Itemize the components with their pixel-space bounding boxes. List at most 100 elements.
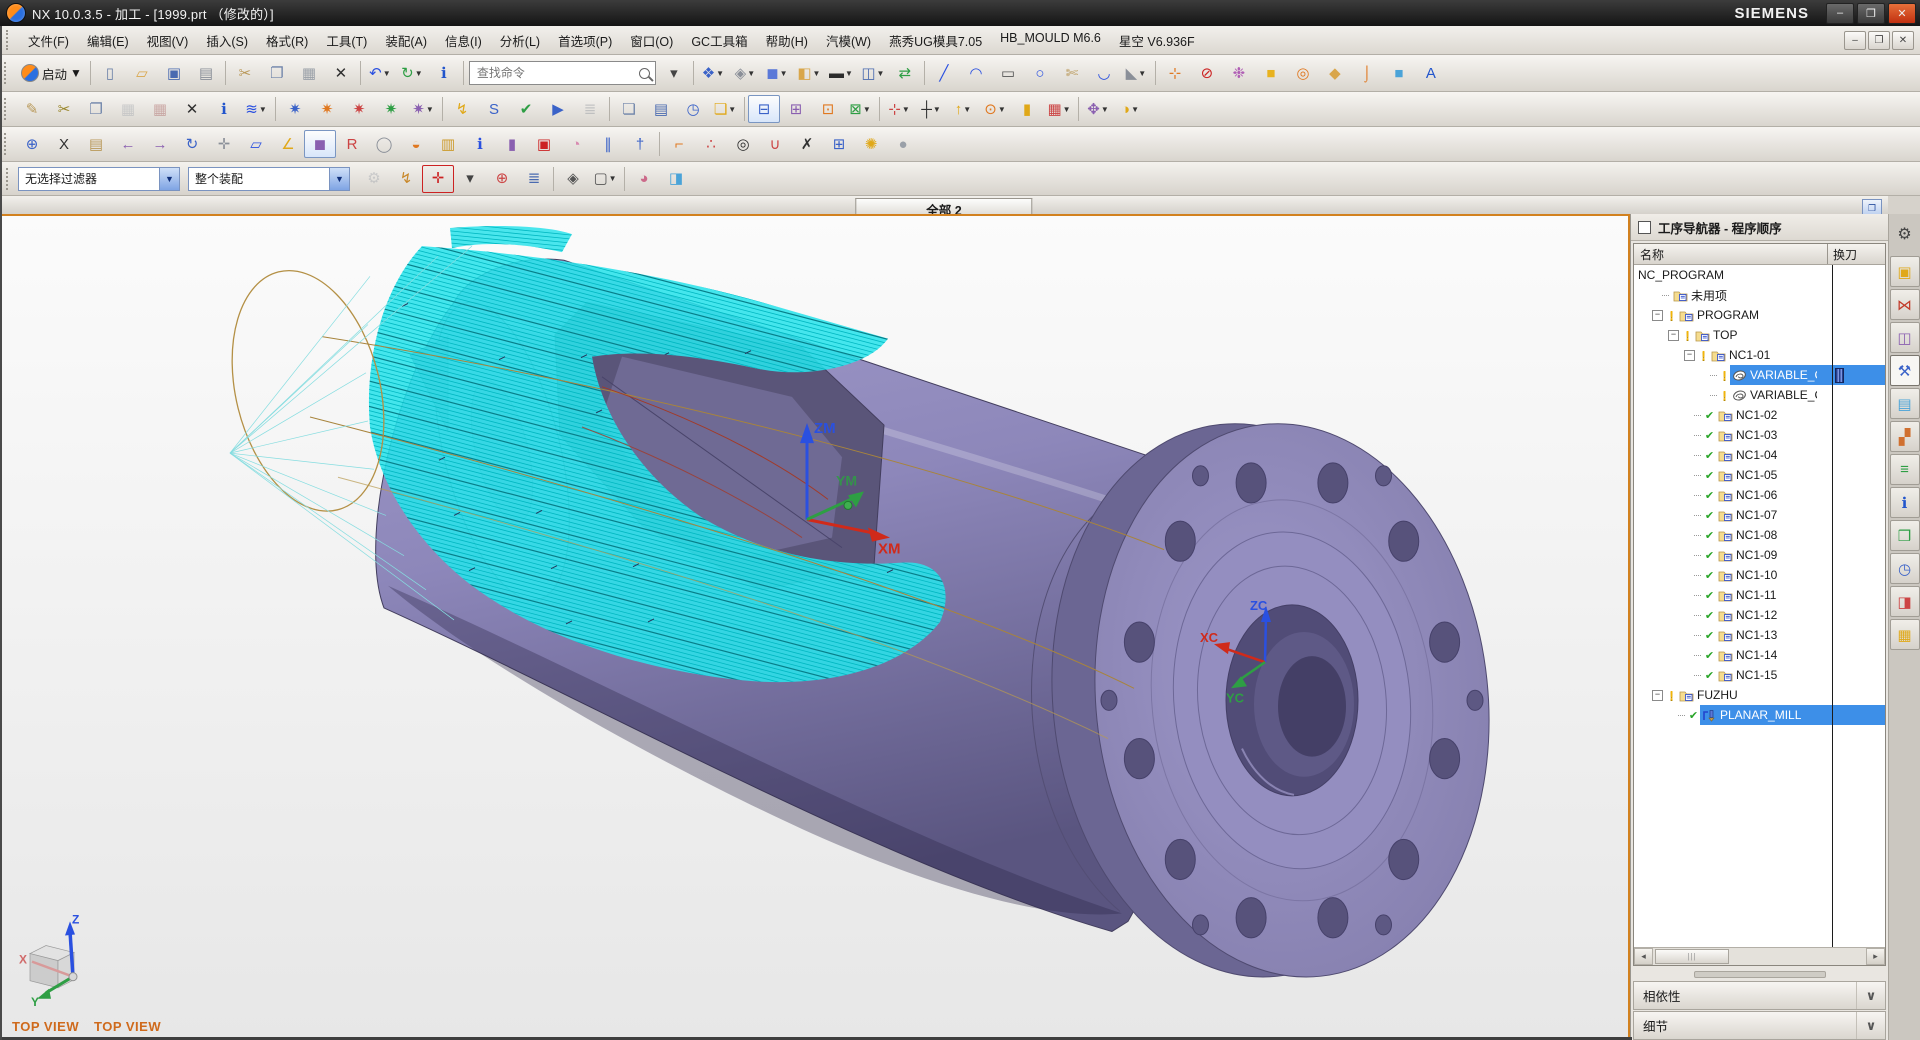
menu-item-7[interactable]: 信息(I) — [436, 28, 491, 53]
axis-icon[interactable]: † — [624, 130, 656, 158]
simulate-machine-icon[interactable]: ▶ — [542, 95, 574, 123]
sweep-icon[interactable]: ⌡ — [1351, 59, 1383, 87]
selection-scope-dropdown-icon[interactable]: ▼ — [329, 167, 349, 190]
scroll-left-icon[interactable]: ◂ — [1634, 948, 1653, 965]
shop-doc-icon[interactable]: ▤ — [645, 95, 677, 123]
tree-item-nc1-07[interactable]: ✔ NC1-07 — [1634, 505, 1885, 525]
cut-icon[interactable]: ✂ — [229, 59, 261, 87]
edit-operation-icon[interactable]: ✎ — [16, 95, 48, 123]
trim-tool-icon[interactable]: ✄ — [1056, 59, 1088, 87]
menu-item-11[interactable]: GC工具箱 — [682, 28, 756, 53]
output-cl-icon[interactable]: ❏ — [613, 95, 645, 123]
command-finder[interactable] — [468, 61, 656, 85]
create-operation-icon[interactable]: ✷ ▼ — [407, 95, 439, 123]
paste-operation-icon[interactable]: ▦ — [112, 95, 144, 123]
expand-icon[interactable]: − — [1684, 349, 1695, 361]
shaded-analysis-icon[interactable]: ◕ — [628, 165, 660, 193]
create-geometry-icon[interactable]: ✷ — [343, 95, 375, 123]
system-scenes-icon[interactable]: ▦ — [1889, 619, 1920, 650]
show-hide-icon[interactable]: ◫ ▼ — [857, 59, 889, 87]
csys-abs-icon[interactable]: ⊕ — [16, 130, 48, 158]
object-info-icon[interactable]: ℹ — [464, 130, 496, 158]
rectangle-tool-icon[interactable]: ▭ — [992, 59, 1024, 87]
wedge-icon[interactable]: ◆ — [1319, 59, 1351, 87]
process-assistant-icon[interactable]: ▞ — [1889, 421, 1920, 452]
gear-icon[interactable]: ⚙ — [1890, 218, 1920, 249]
menu-item-3[interactable]: 插入(S) — [197, 28, 257, 53]
point-on-curve-icon[interactable]: ◈ — [557, 165, 589, 193]
menu-grip[interactable] — [6, 30, 13, 50]
show-toolpath-icon[interactable]: ≋ ▼ — [240, 95, 272, 123]
bounded-cube-icon[interactable]: ▣ — [528, 130, 560, 158]
fan-icon[interactable]: ✺ — [855, 130, 887, 158]
menu-item-15[interactable]: HB_MOULD M6.6 — [991, 28, 1110, 53]
shaded-edges-icon[interactable]: ◼ — [304, 130, 336, 158]
menu-item-16[interactable]: 星空 V6.936F — [1110, 28, 1204, 53]
command-finder-dropdown[interactable]: ▾ — [658, 59, 690, 87]
expand-icon[interactable]: − — [1652, 689, 1663, 701]
restore-button[interactable]: ❐ — [1857, 2, 1885, 24]
save-icon[interactable]: ▣ — [158, 59, 190, 87]
new-file-icon[interactable]: ▯ — [94, 59, 126, 87]
tree-item-nc1-02[interactable]: ✔ NC1-02 — [1634, 405, 1885, 425]
scroll-thumb[interactable]: ||| — [1655, 949, 1729, 964]
create-program-icon[interactable]: ✷ — [279, 95, 311, 123]
dependencies-chevron-icon[interactable]: ∨ — [1856, 982, 1885, 1009]
block-feature-icon[interactable]: ▮ — [1011, 95, 1043, 123]
menu-item-0[interactable]: 文件(F) — [19, 28, 78, 53]
copy-operation-icon[interactable]: ❐ — [80, 95, 112, 123]
panel-splitter[interactable] — [1633, 969, 1886, 979]
extrude-icon[interactable]: ↑ ▼ — [947, 95, 979, 123]
reuse-library-icon[interactable]: ≡ — [1889, 454, 1920, 485]
internet-explorer-icon[interactable]: ℹ — [1889, 487, 1920, 518]
visual-style-icon[interactable]: ◧ ▼ — [793, 59, 825, 87]
section-view-icon[interactable]: ◒ — [400, 130, 432, 158]
tree-item-planar_mill[interactable]: ✔ PLANAR_MILL — [1634, 705, 1885, 725]
start-button[interactable]: 启动 ▼ — [16, 60, 87, 86]
assembly-display-icon[interactable]: ◨ — [660, 165, 692, 193]
datum-csys-icon[interactable]: ⊹ — [1159, 59, 1191, 87]
arc-tool-icon[interactable]: ◠ — [960, 59, 992, 87]
postprocess-icon[interactable]: S — [478, 95, 510, 123]
x-mark-icon[interactable]: ✗ — [791, 130, 823, 158]
wcs-orient-icon[interactable]: X — [48, 130, 80, 158]
operation-navigator-icon[interactable]: ⚒ — [1889, 355, 1920, 386]
tree-item-[interactable]: 未用项 — [1634, 285, 1885, 305]
graphics-viewport[interactable]: ZC XC YC ZM XM YM Z X Y TOP VIEW TOP VIE… — [0, 214, 1630, 1040]
text-tool-icon[interactable]: A — [1415, 59, 1447, 87]
tree-item-nc1-15[interactable]: ✔ NC1-15 — [1634, 665, 1885, 685]
history-icon[interactable]: ◷ — [1889, 553, 1920, 584]
hole-icon[interactable]: ⊙ ▼ — [979, 95, 1011, 123]
child-minimize-button[interactable]: – — [1844, 30, 1866, 50]
tree-item-variable_c[interactable]: ! VARIABLE_C... — [1634, 365, 1885, 385]
forward-icon[interactable]: → — [144, 130, 176, 158]
menu-item-10[interactable]: 窗口(O) — [621, 28, 682, 53]
target-icon[interactable]: ◎ — [727, 130, 759, 158]
list-toolpath-icon[interactable]: ≣ — [574, 95, 606, 123]
datum-plane-icon[interactable]: ▱ — [240, 130, 272, 158]
circle-tool-icon[interactable]: ○ — [1024, 59, 1056, 87]
rotate-view-icon[interactable]: ↻ — [176, 130, 208, 158]
tree-item-program[interactable]: −! PROGRAM — [1634, 305, 1885, 325]
block-icon[interactable]: ■ — [1255, 59, 1287, 87]
menu-item-9[interactable]: 首选项(P) — [549, 28, 621, 53]
tree-item-fuzhu[interactable]: −! FUZHU — [1634, 685, 1885, 705]
delete-operation-icon[interactable]: ▦ — [144, 95, 176, 123]
tree-item-nc_program[interactable]: NC_PROGRAM — [1634, 265, 1885, 285]
verify-toolpath-icon[interactable]: ✔ — [510, 95, 542, 123]
roles-icon[interactable]: ◨ — [1889, 586, 1920, 617]
update-display-icon[interactable]: ↻ ▼ — [396, 59, 428, 87]
child-restore-button[interactable]: ❐ — [1868, 30, 1890, 50]
menu-item-13[interactable]: 汽模(W) — [817, 28, 880, 53]
pin-checkbox-icon[interactable] — [1638, 220, 1651, 234]
snap-dropdown[interactable]: ▾ — [454, 165, 486, 193]
tree-item-nc1-09[interactable]: ✔ NC1-09 — [1634, 545, 1885, 565]
tree-item-nc1-13[interactable]: ✔ NC1-13 — [1634, 625, 1885, 645]
snap-point-icon[interactable]: ✛ — [422, 164, 454, 193]
close-button[interactable]: ✕ — [1888, 2, 1916, 24]
menu-item-1[interactable]: 编辑(E) — [78, 28, 138, 53]
tree-item-nc1-10[interactable]: ✔ NC1-10 — [1634, 565, 1885, 585]
measure-pins-icon[interactable]: ∥ — [592, 130, 624, 158]
create-tool-icon[interactable]: ✷ — [311, 95, 343, 123]
operation-info-icon[interactable]: ℹ — [208, 95, 240, 123]
